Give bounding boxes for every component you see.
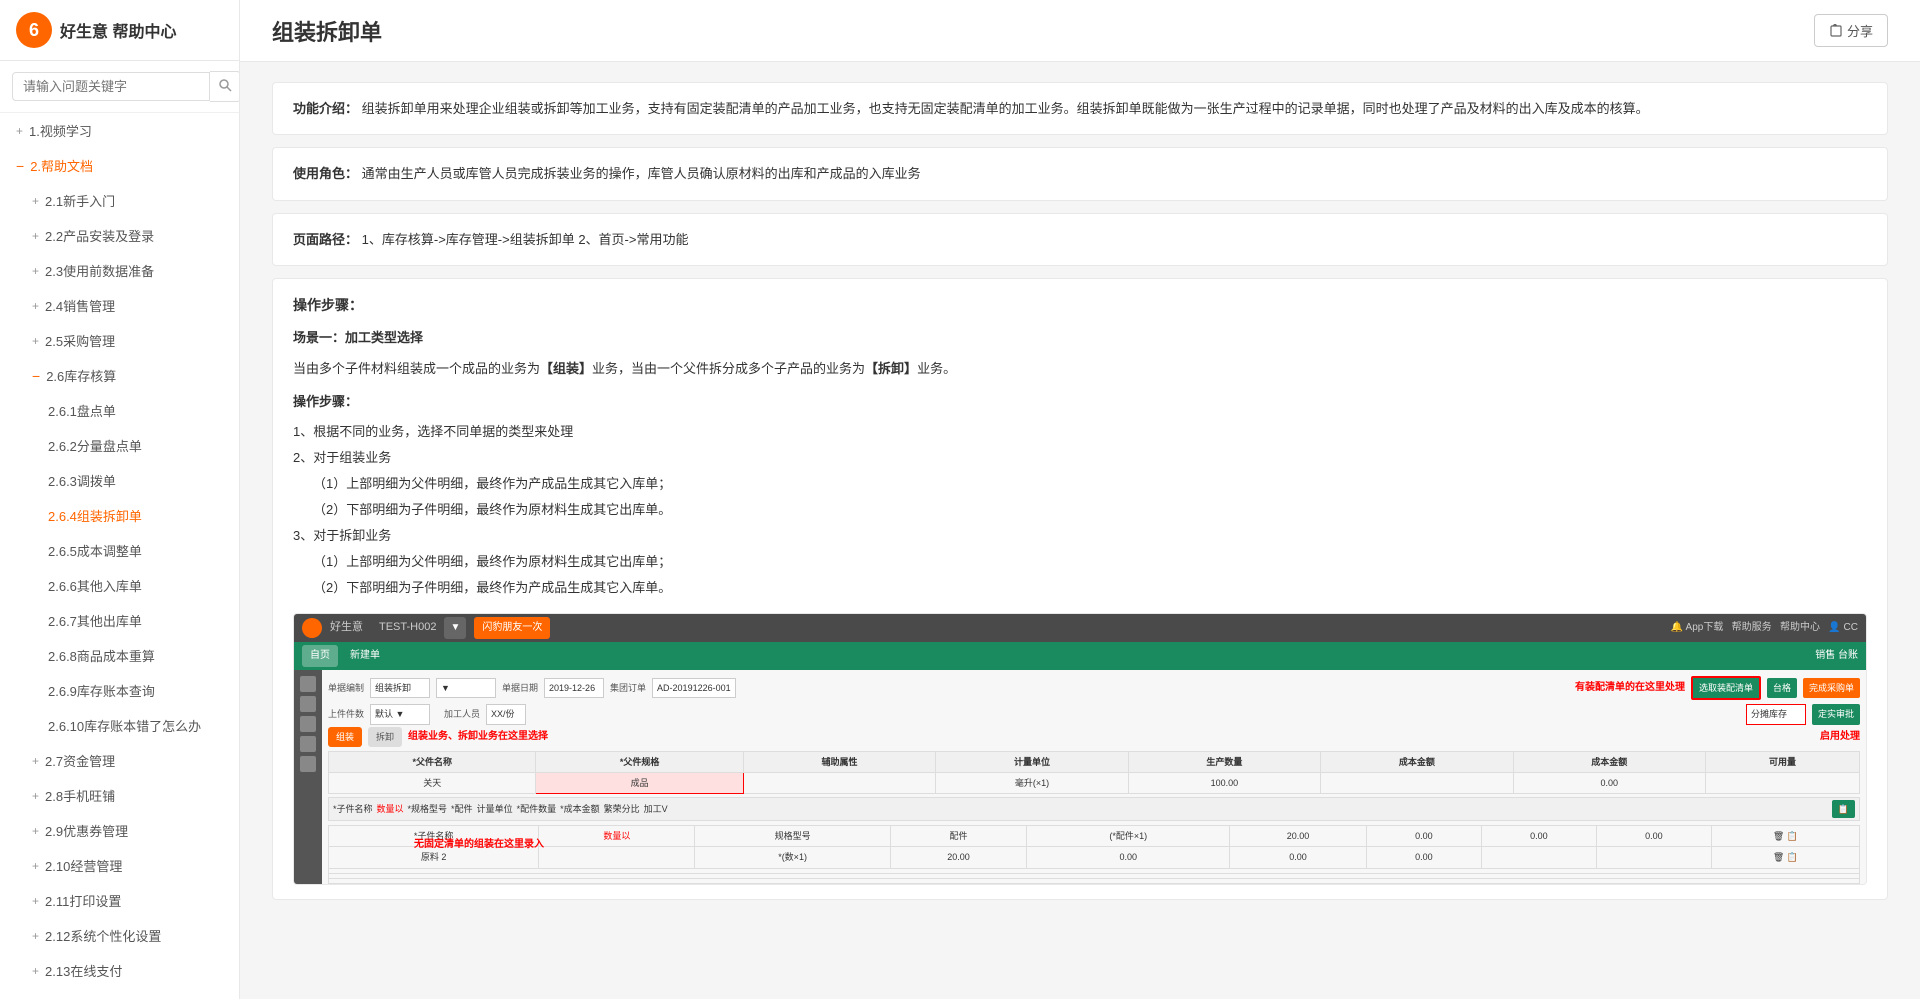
logo: 6 <box>16 12 52 48</box>
search-box <box>0 61 239 113</box>
ops-steps-label: 操作步骤： <box>293 390 1867 413</box>
plus-icon2: + <box>32 194 39 208</box>
sidebar-item-purchase[interactable]: + 2.5采购管理 <box>0 323 239 358</box>
ss-main-content: 单据编制 组装拆卸 ▼ 单据日期 2019-12-26 集团订单 AD-2019… <box>322 670 1866 884</box>
nav-list: + 1.视频学习 − 2.帮助文档 + 2.1新手入门 + 2.2产品安装及登录… <box>0 113 239 999</box>
role-block: 使用角色： 通常由生产人员或库管人员完成拆装业务的操作，库管人员确认原材料的出库… <box>272 147 1888 200</box>
sidebar-item-docs[interactable]: − 2.帮助文档 <box>0 148 239 183</box>
search-input[interactable] <box>12 72 210 101</box>
step2: 2、对于组装业务 <box>293 445 1867 471</box>
sidebar-item-faq[interactable]: + 2.14常见问题 <box>0 988 239 999</box>
step3-sub2: （2）下部明细为子件明细，最终作为产成品生成其它入库单。 <box>293 575 1867 601</box>
sidebar-item-payment[interactable]: + 2.13在线支付 <box>0 953 239 988</box>
plus-icon3: + <box>32 229 39 243</box>
sidebar-item-assembly[interactable]: 2.6.4组装拆卸单 <box>0 498 239 533</box>
ss-sidebar <box>294 670 322 884</box>
func-intro-block: 功能介绍： 组装拆卸单用来处理企业组装或拆卸等加工业务，支持有固定装配清单的产品… <box>272 82 1888 135</box>
plus-icon: + <box>16 124 23 138</box>
plus-icon9: + <box>32 824 39 838</box>
sidebar-item-partial[interactable]: 2.6.2分量盘点单 <box>0 428 239 463</box>
sidebar-item-data[interactable]: + 2.3使用前数据准备 <box>0 253 239 288</box>
ops-block: 操作步骤： 场景一：加工类型选择 当由多个子件材料组装成一个成品的业务为【组装】… <box>272 278 1888 900</box>
annotation-no-fixed-bom: 无固定清单的组装在这里录入 <box>414 836 544 854</box>
search-button[interactable] <box>210 71 240 102</box>
ss-logo <box>302 618 322 638</box>
func-intro-label: 功能介绍： <box>293 101 358 116</box>
step1: 1、根据不同的业务，选择不同单据的类型来处理 <box>293 419 1867 445</box>
sidebar-item-sales[interactable]: + 2.4销售管理 <box>0 288 239 323</box>
path-text: 1、库存核算->库存管理->组装拆卸单 2、首页->常用功能 <box>362 232 689 247</box>
minus-icon2: − <box>32 368 40 384</box>
app-name: 好生意 帮助中心 <box>60 18 176 42</box>
ops-label: 操作步骤： <box>293 293 1867 318</box>
sidebar: 6 好生意 帮助中心 + 1.视频学习 − 2.帮助文档 + 2.1新手入门 +… <box>0 0 240 999</box>
sidebar-item-coupon[interactable]: + 2.9优惠券管理 <box>0 813 239 848</box>
main-area: 组装拆卸单 分享 功能介绍： 组装拆卸单用来处理企业组装或拆卸等加工业务，支持有… <box>240 0 1920 999</box>
sidebar-item-costreset[interactable]: 2.6.8商品成本重算 <box>0 638 239 673</box>
sidebar-item-outbound[interactable]: 2.6.7其他出库单 <box>0 603 239 638</box>
scene1-label: 场景一：加工类型选择 <box>293 326 1867 349</box>
role-label: 使用角色： <box>293 166 358 181</box>
sidebar-item-adjust[interactable]: 2.6.3调拨单 <box>0 463 239 498</box>
mock-screenshot: 好生意 TEST-H002 ▼ 闪豹朋友一次 🔔 App下载 帮助服务 帮助中心… <box>294 614 1866 884</box>
content-area: 功能介绍： 组装拆卸单用来处理企业组装或拆卸等加工业务，支持有固定装配清单的产品… <box>240 62 1920 999</box>
main-header: 组装拆卸单 分享 <box>240 0 1920 62</box>
sidebar-item-print[interactable]: + 2.11打印设置 <box>0 883 239 918</box>
func-intro-text: 组装拆卸单用来处理企业组装或拆卸等加工业务，支持有固定装配清单的产品加工业务，也… <box>362 101 1649 116</box>
sidebar-item-ledger[interactable]: 2.6.9库存账本查询 <box>0 673 239 708</box>
plus-icon4: + <box>32 264 39 278</box>
sidebar-item-cost[interactable]: 2.6.5成本调整单 <box>0 533 239 568</box>
sidebar-item-ops[interactable]: + 2.10经营管理 <box>0 848 239 883</box>
share-button[interactable]: 分享 <box>1814 14 1888 47</box>
plus-icon6: + <box>32 334 39 348</box>
sidebar-item-video[interactable]: + 1.视频学习 <box>0 113 239 148</box>
sidebar-item-customize[interactable]: + 2.12系统个性化设置 <box>0 918 239 953</box>
sidebar-item-inbound[interactable]: 2.6.6其他入库单 <box>0 568 239 603</box>
plus-icon8: + <box>32 789 39 803</box>
plus-icon12: + <box>32 929 39 943</box>
step3: 3、对于拆卸业务 <box>293 523 1867 549</box>
plus-icon13: + <box>32 964 39 978</box>
screenshot-container: 好生意 TEST-H002 ▼ 闪豹朋友一次 🔔 App下载 帮助服务 帮助中心… <box>293 613 1867 885</box>
sidebar-item-mobile[interactable]: + 2.8手机旺铺 <box>0 778 239 813</box>
path-block: 页面路径： 1、库存核算->库存管理->组装拆卸单 2、首页->常用功能 <box>272 213 1888 266</box>
role-text: 通常由生产人员或库管人员完成拆装业务的操作，库管人员确认原材料的出库和产成品的入… <box>362 166 921 181</box>
step2-sub1: （1）上部明细为父件明细，最终作为产成品生成其它入库单； <box>293 471 1867 497</box>
sidebar-header: 6 好生意 帮助中心 <box>0 0 239 61</box>
plus-icon10: + <box>32 859 39 873</box>
minus-icon: − <box>16 158 24 174</box>
page-title: 组装拆卸单 <box>272 15 382 47</box>
plus-icon5: + <box>32 299 39 313</box>
plus-icon11: + <box>32 894 39 908</box>
sidebar-item-stocktake[interactable]: 2.6.1盘点单 <box>0 393 239 428</box>
plus-icon7: + <box>32 754 39 768</box>
sidebar-item-finance[interactable]: + 2.7资金管理 <box>0 743 239 778</box>
step2-sub2: （2）下部明细为子件明细，最终作为原材料生成其它出库单。 <box>293 497 1867 523</box>
path-label: 页面路径： <box>293 232 358 247</box>
sidebar-item-new[interactable]: + 2.1新手入门 <box>0 183 239 218</box>
scene1-intro: 当由多个子件材料组装成一个成品的业务为【组装】业务，当由一个父件拆分成多个子产品… <box>293 356 1867 382</box>
sidebar-item-ledgererr[interactable]: 2.6.10库存账本错了怎么办 <box>0 708 239 743</box>
sidebar-item-inventory[interactable]: − 2.6库存核算 <box>0 358 239 393</box>
step3-sub1: （1）上部明细为父件明细，最终作为原材料生成其它出库单； <box>293 549 1867 575</box>
sidebar-item-install[interactable]: + 2.2产品安装及登录 <box>0 218 239 253</box>
